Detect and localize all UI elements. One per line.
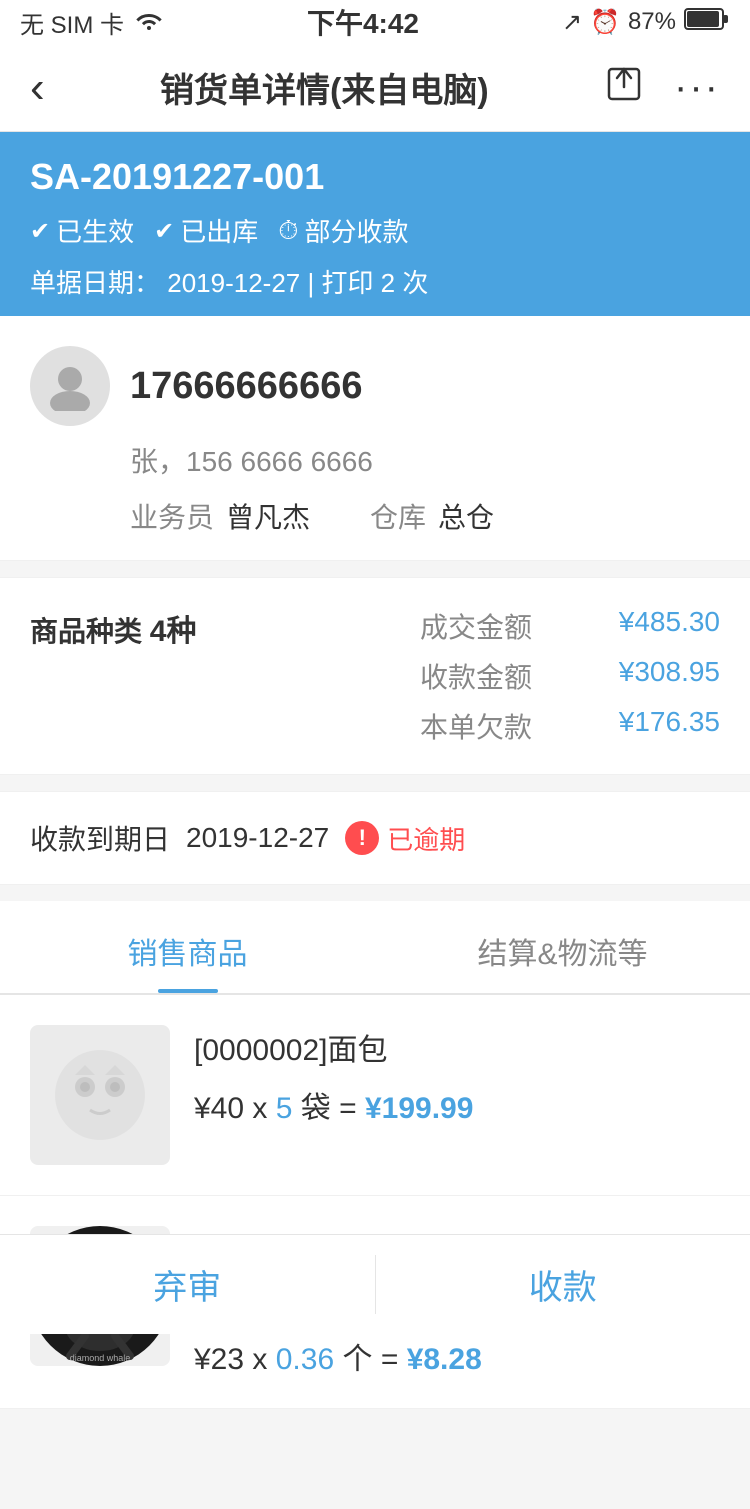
customer-section: 17666666666 张，156 6666 6666 业务员 曾凡杰 仓库 总… (0, 316, 750, 561)
receipt-row: 收款金额 ¥308.95 (420, 656, 720, 696)
sales-meta: 业务员 曾凡杰 (130, 496, 310, 536)
status-left: 无 SIM 卡 (20, 5, 164, 40)
products-section: [0000002]面包 ¥40 x 5 袋 = ¥199.99 (0, 995, 750, 1409)
thumb-placeholder-1 (30, 1025, 170, 1165)
badge-partial: ⏱ 部分收款 (278, 212, 408, 249)
due-label: 收款到期日 (30, 818, 170, 858)
svg-text:diamond whale: diamond whale (70, 1353, 131, 1363)
overdue-badge: ! 已逾期 (345, 820, 465, 857)
wifi-icon (134, 8, 164, 37)
overdue-icon: ! (345, 821, 379, 855)
check-icon (30, 215, 50, 246)
badge-shipped: 已出库 (154, 212, 258, 249)
share-icon[interactable] (604, 64, 644, 111)
customer-meta: 业务员 曾凡杰 仓库 总仓 (30, 496, 720, 536)
customer-phone: 17666666666 (130, 365, 362, 408)
due-date: 2019-12-27 (186, 822, 329, 854)
bottom-bar: 弃审 收款 (0, 1234, 750, 1334)
due-section: 收款到期日 2019-12-27 ! 已逾期 (0, 791, 750, 885)
tab-sales-products[interactable]: 销售商品 (0, 901, 375, 993)
avatar (30, 346, 110, 426)
product-item: [0000002]面包 ¥40 x 5 袋 = ¥199.99 (0, 995, 750, 1196)
back-button[interactable]: ‹ (30, 66, 45, 110)
status-time: 下午4:42 (307, 2, 419, 42)
stats-left: 商品种类 4种 (30, 606, 196, 650)
nav-bar: ‹ 销货单详情(来自电脑) ··· (0, 44, 750, 132)
check-icon-2 (154, 215, 174, 246)
battery-percent: 87% (628, 8, 676, 36)
stats-section: 商品种类 4种 成交金额 ¥485.30 收款金额 ¥308.95 本单欠款 ¥… (0, 577, 750, 775)
product-price-2: ¥23 x 0.36 个 = ¥8.28 (194, 1334, 720, 1378)
product-types: 商品种类 4种 (30, 606, 196, 650)
badge-active: 已生效 (30, 212, 134, 249)
product-price-1: ¥40 x 5 袋 = ¥199.99 (194, 1083, 720, 1127)
nav-actions: ··· (604, 64, 720, 111)
debt-row: 本单欠款 ¥176.35 (420, 706, 720, 746)
product-info-1: [0000002]面包 ¥40 x 5 袋 = ¥199.99 (194, 1025, 720, 1165)
clock-icon: ⏱ (278, 215, 298, 247)
status-bar: 无 SIM 卡 下午4:42 ↗ ⏰ 87% (0, 0, 750, 44)
status-right: ↗ ⏰ 87% (562, 7, 730, 38)
overdue-text: 已逾期 (387, 820, 465, 857)
header-badges: 已生效 已出库 ⏱ 部分收款 (30, 212, 720, 249)
deal-row: 成交金额 ¥485.30 (420, 606, 720, 646)
page-title: 销货单详情(来自电脑) (160, 63, 489, 112)
location-icon: ↗ (562, 8, 582, 37)
customer-row: 17666666666 (30, 346, 720, 426)
sim-status: 无 SIM 卡 (20, 5, 124, 40)
cancel-button[interactable]: 弃审 (0, 1235, 375, 1334)
warehouse-meta: 仓库 总仓 (370, 496, 494, 536)
tab-settlement[interactable]: 结算&物流等 (375, 901, 750, 993)
confirm-button[interactable]: 收款 (376, 1235, 750, 1334)
alarm-icon: ⏰ (590, 8, 620, 37)
header-banner: SA-20191227-001 已生效 已出库 ⏱ 部分收款 单据日期： 201… (0, 132, 750, 316)
stats-right: 成交金额 ¥485.30 收款金额 ¥308.95 本单欠款 ¥176.35 (420, 606, 720, 746)
order-id: SA-20191227-001 (30, 156, 720, 198)
battery-icon (684, 7, 730, 38)
customer-name: 张，156 6666 6666 (30, 440, 720, 480)
product-thumb-1 (30, 1025, 170, 1165)
header-date: 单据日期： 2019-12-27 | 打印 2 次 (30, 263, 720, 300)
product-name-1: [0000002]面包 (194, 1025, 720, 1069)
more-icon[interactable]: ··· (674, 65, 720, 110)
tabs-section: 销售商品 结算&物流等 (0, 901, 750, 995)
